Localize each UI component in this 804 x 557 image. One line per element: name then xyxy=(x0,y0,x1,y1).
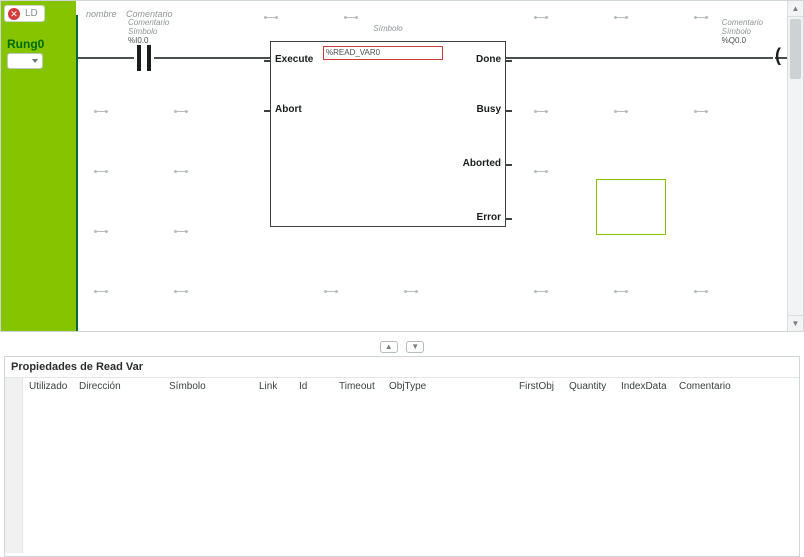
port-tick xyxy=(506,110,512,112)
col-link[interactable]: Link xyxy=(253,378,293,398)
coil-labels: Comentario Símbolo %Q0.0 xyxy=(722,19,763,45)
ladder-editor: ✕ LD Rung0 nombre Comentario Comentario … xyxy=(0,0,804,332)
properties-grid[interactable]: Utilizado Dirección Símbolo Link Id Time… xyxy=(5,378,799,553)
col-comentario[interactable]: Comentario xyxy=(673,378,799,398)
col-timeout[interactable]: Timeout xyxy=(333,378,383,398)
properties-panel: Propiedades de Read Var Utilizado Direcc… xyxy=(4,356,800,557)
left-rail: ✕ LD Rung0 xyxy=(1,1,76,331)
port-tick xyxy=(506,164,512,166)
wire xyxy=(78,57,134,59)
port-aborted: Aborted xyxy=(463,158,501,169)
rung-label: Rung0 xyxy=(7,37,44,51)
nav-down-button[interactable]: ▼ xyxy=(406,341,424,353)
fblock-instance-input[interactable]: %READ_VAR0 xyxy=(323,46,443,60)
col-id[interactable]: Id xyxy=(293,378,333,398)
port-tick xyxy=(506,218,512,220)
close-icon[interactable]: ✕ xyxy=(8,8,20,20)
nav-chips: ▲ ▼ xyxy=(0,336,804,352)
port-abort: Abort xyxy=(275,104,302,115)
ladder-canvas[interactable]: nombre Comentario Comentario Símbolo %I0… xyxy=(76,1,803,331)
header-nombre: nombre xyxy=(86,9,117,19)
col-direccion[interactable]: Dirección xyxy=(73,378,163,398)
scrollbar-thumb[interactable] xyxy=(790,19,801,79)
col-quantity[interactable]: Quantity xyxy=(563,378,615,398)
wire xyxy=(154,57,270,59)
scroll-down-icon[interactable]: ▼ xyxy=(788,315,803,331)
port-execute: Execute xyxy=(275,54,313,65)
contact-no[interactable] xyxy=(134,45,154,71)
grid-gutter xyxy=(5,378,23,553)
scroll-up-icon[interactable]: ▲ xyxy=(788,1,803,17)
vertical-scrollbar[interactable]: ▲ ▼ xyxy=(787,1,803,331)
function-block-read-var[interactable]: Símbolo %READ_VAR0 Execute Abort Done Bu… xyxy=(270,41,506,227)
wire xyxy=(506,57,773,59)
nav-up-button[interactable]: ▲ xyxy=(380,341,398,353)
col-firstobj[interactable]: FirstObj xyxy=(513,378,563,398)
port-done: Done xyxy=(476,54,501,65)
power-bus-left xyxy=(76,15,78,331)
col-utilizado[interactable]: Utilizado xyxy=(23,378,73,398)
properties-title: Propiedades de Read Var xyxy=(5,357,799,378)
col-objtype[interactable]: ObjType xyxy=(383,378,513,398)
fblock-symbol-label: Símbolo xyxy=(373,24,402,33)
port-busy: Busy xyxy=(477,104,501,115)
port-error: Error xyxy=(477,212,501,223)
port-tick xyxy=(506,60,512,62)
selection-box[interactable] xyxy=(596,179,666,235)
program-tab-label: LD xyxy=(25,8,38,19)
col-simbolo[interactable]: Símbolo xyxy=(163,378,253,398)
port-tick xyxy=(264,60,270,62)
col-indexdata[interactable]: IndexData xyxy=(615,378,673,398)
rung-dropdown-button[interactable] xyxy=(7,53,43,69)
port-tick xyxy=(264,110,270,112)
program-tab[interactable]: ✕ LD xyxy=(4,5,45,22)
contact-labels: Comentario Símbolo %I0.0 xyxy=(128,19,169,45)
grid-header-row: Utilizado Dirección Símbolo Link Id Time… xyxy=(23,378,799,398)
